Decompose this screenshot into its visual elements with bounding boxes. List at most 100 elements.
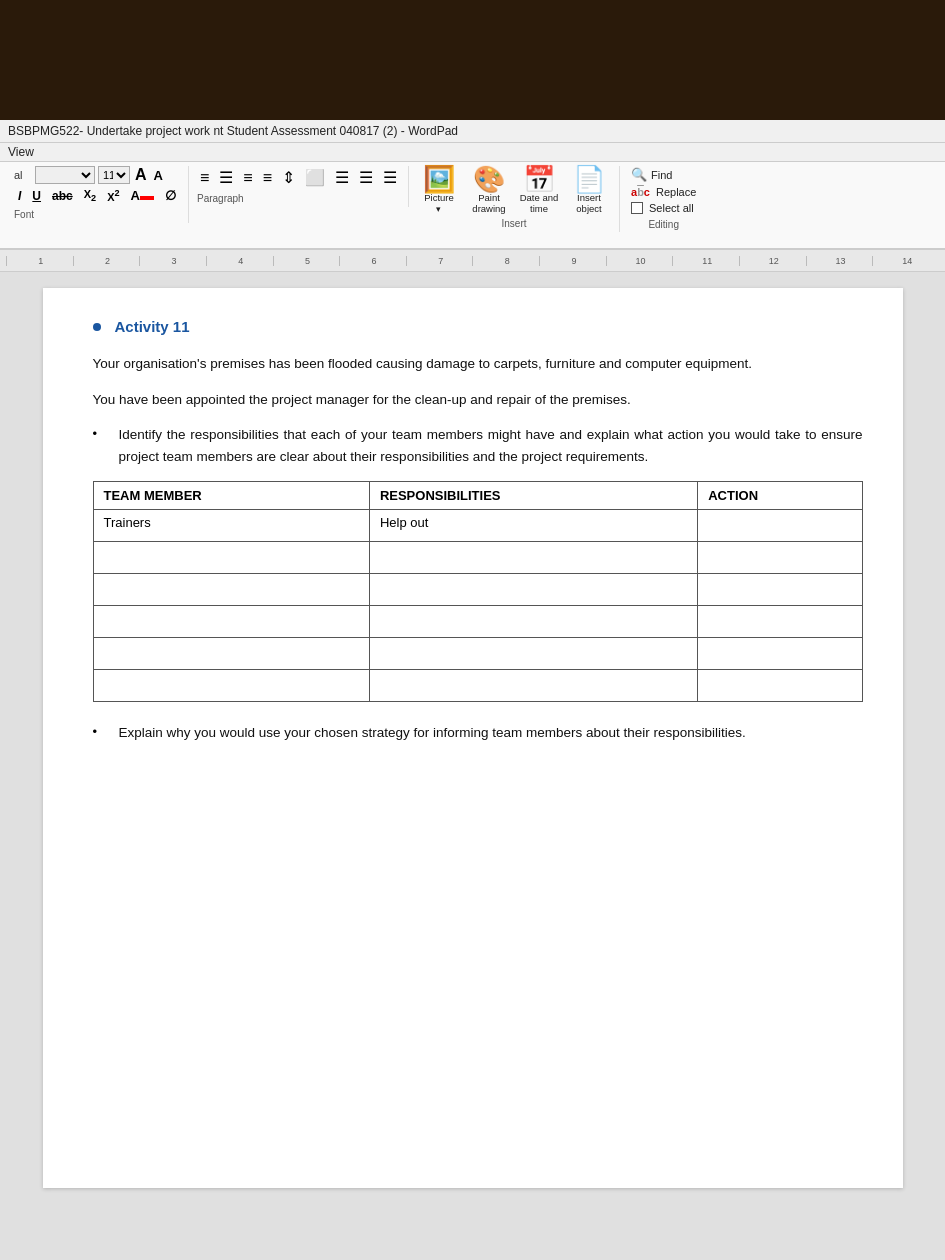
- ruler-mark-4: 4: [206, 256, 273, 266]
- indent-button[interactable]: ⬜: [302, 166, 328, 189]
- ruler-mark-14: 14: [872, 256, 939, 266]
- action-cell-1: [698, 510, 862, 542]
- col-header-responsibilities: RESPONSIBILITIES: [369, 482, 697, 510]
- ribbon-paragraph-section: ≡ ☰ ≡ ≡ ⇕ ⬜ ☰ ☰ ☰ Paragraph: [189, 166, 409, 207]
- align-left-button[interactable]: ≡: [197, 167, 212, 189]
- paragraph-1: Your organisation's premises has been fl…: [93, 353, 863, 375]
- paint-drawing-button[interactable]: 🎨 Paintdrawing: [467, 166, 511, 214]
- highlight-button[interactable]: ∅: [161, 186, 180, 205]
- activity-heading-text: Activity 11: [115, 318, 190, 335]
- insert-object-icon: 📄: [573, 166, 605, 192]
- insert-section-label: Insert: [501, 218, 526, 232]
- bottom-bullet-item: • Explain why you would use your chosen …: [93, 722, 863, 744]
- justify-button[interactable]: ≡: [260, 167, 275, 189]
- replace-button[interactable]: abc Replace: [628, 185, 699, 199]
- bullets-button[interactable]: ☰: [332, 166, 352, 189]
- ruler-mark-8: 8: [472, 256, 539, 266]
- font-size-select[interactable]: 11: [98, 166, 130, 184]
- grow-font-button[interactable]: A: [133, 166, 149, 184]
- ruler-mark-7: 7: [406, 256, 473, 266]
- document-area[interactable]: Activity 11 Your organisation's premises…: [0, 272, 945, 1260]
- responsibilities-cell-3: [369, 574, 697, 606]
- ruler-mark-9: 9: [539, 256, 606, 266]
- date-time-button[interactable]: 📅 Date andtime: [517, 166, 561, 214]
- col-header-action: ACTION: [698, 482, 862, 510]
- paint-label: Paintdrawing: [472, 192, 505, 214]
- menu-bar[interactable]: View: [0, 143, 945, 162]
- paragraph-2: You have been appointed the project mana…: [93, 389, 863, 411]
- font-name-display: al: [14, 169, 32, 181]
- insert-icons: 🖼️ Picture ▾ 🎨 Paintdrawing 📅 Date andti…: [417, 166, 611, 214]
- replace-icon: abc: [631, 186, 650, 198]
- table-row: Trainers Help out: [93, 510, 862, 542]
- font-controls-top: al 11 A A: [14, 166, 180, 184]
- responsibilities-cell-6: [369, 670, 697, 702]
- editing-group: 🔍 Find abc Replace Select all: [628, 166, 699, 215]
- paint-icon: 🎨: [473, 166, 505, 192]
- align-right-button[interactable]: ≡: [240, 167, 255, 189]
- insert-object-button[interactable]: 📄 Insertobject: [567, 166, 611, 214]
- table-row: [93, 606, 862, 638]
- wordpad-window: BSBPMG522- Undertake project work nt Stu…: [0, 120, 945, 1260]
- find-label: Find: [651, 169, 672, 181]
- ribbon-font-section: al 11 A A I U abc X2 X2 A: [6, 166, 189, 223]
- ruler-marks: 1 2 3 4 5 6 7 8 9 10 11 12 13 14: [6, 256, 939, 266]
- responsibilities-cell-4: [369, 606, 697, 638]
- ribbon: al 11 A A I U abc X2 X2 A: [0, 162, 945, 250]
- action-cell-4: [698, 606, 862, 638]
- find-icon: 🔍: [631, 167, 647, 182]
- underline-button[interactable]: U: [28, 187, 45, 205]
- font-section-label: Font: [14, 209, 34, 223]
- find-button[interactable]: 🔍 Find: [628, 166, 699, 183]
- subscript-button[interactable]: X2: [80, 186, 100, 205]
- font-name-select[interactable]: [35, 166, 95, 184]
- picture-button[interactable]: 🖼️ Picture ▾: [417, 166, 461, 214]
- ruler: 1 2 3 4 5 6 7 8 9 10 11 12 13 14: [0, 250, 945, 272]
- editing-section-label: Editing: [648, 219, 679, 233]
- ruler-mark-12: 12: [739, 256, 806, 266]
- table-row: [93, 542, 862, 574]
- font-color-button[interactable]: A: [127, 186, 158, 205]
- picture-icon: 🖼️: [423, 166, 455, 192]
- table-row: [93, 574, 862, 606]
- action-cell-6: [698, 670, 862, 702]
- ruler-mark-11: 11: [672, 256, 739, 266]
- strikethrough-button[interactable]: abc: [48, 187, 77, 205]
- ruler-mark-10: 10: [606, 256, 673, 266]
- document-page[interactable]: Activity 11 Your organisation's premises…: [43, 288, 903, 1188]
- responsibilities-cell-5: [369, 638, 697, 670]
- team-member-cell-2: [93, 542, 369, 574]
- ruler-mark-13: 13: [806, 256, 873, 266]
- title-bar: BSBPMG522- Undertake project work nt Stu…: [0, 120, 945, 143]
- activity-bullet: [93, 323, 101, 331]
- ruler-mark-6: 6: [339, 256, 406, 266]
- bullet-text-1: Identify the responsibilities that each …: [119, 424, 863, 467]
- table-row: [93, 638, 862, 670]
- menu-view[interactable]: View: [8, 145, 34, 159]
- align-center-button[interactable]: ☰: [216, 166, 236, 189]
- action-cell-2: [698, 542, 862, 574]
- paragraph-section-label: Paragraph: [197, 193, 244, 207]
- ruler-mark-1: 1: [6, 256, 73, 266]
- numbering-button[interactable]: ☰: [356, 166, 376, 189]
- responsibilities-table: TEAM MEMBER RESPONSIBILITIES ACTION Trai…: [93, 481, 863, 702]
- italic-button[interactable]: I: [14, 187, 25, 205]
- superscript-button[interactable]: X2: [103, 186, 123, 205]
- team-member-cell-4: [93, 606, 369, 638]
- shrink-font-button[interactable]: A: [152, 168, 165, 183]
- select-all-button[interactable]: Select all: [628, 201, 699, 215]
- ruler-mark-3: 3: [139, 256, 206, 266]
- paragraph-icons: ≡ ☰ ≡ ≡ ⇕ ⬜ ☰ ☰ ☰: [197, 166, 400, 189]
- date-time-icon: 📅: [523, 166, 555, 192]
- responsibilities-cell-1: Help out: [369, 510, 697, 542]
- action-cell-5: [698, 638, 862, 670]
- activity-heading: Activity 11: [93, 318, 863, 335]
- team-member-cell-3: [93, 574, 369, 606]
- line-spacing-button[interactable]: ⇕: [279, 166, 298, 189]
- picture-label: Picture ▾: [424, 192, 454, 214]
- font-controls-bottom: I U abc X2 X2 A ∅: [14, 186, 180, 205]
- decrease-indent-button[interactable]: ☰: [380, 166, 400, 189]
- bullet-dot-1: •: [93, 426, 109, 467]
- team-member-cell-5: [93, 638, 369, 670]
- bullet-text-2: Explain why you would use your chosen st…: [119, 722, 746, 744]
